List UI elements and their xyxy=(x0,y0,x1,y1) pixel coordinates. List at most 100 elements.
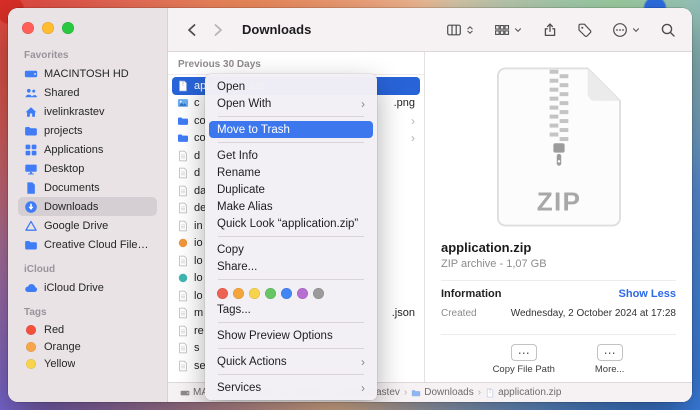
gray-tag-dot[interactable] xyxy=(313,288,324,299)
preview-kind: ZIP archive - 1,07 GB xyxy=(441,258,547,270)
yellow-tag-dot[interactable] xyxy=(249,288,260,299)
share-button[interactable] xyxy=(540,20,560,40)
sidebar-item-shared[interactable]: Shared xyxy=(18,83,157,102)
folder-icon xyxy=(177,115,189,127)
menu-item-tags[interactable]: Tags... xyxy=(209,301,373,318)
app-circle-icon xyxy=(177,272,189,284)
zoom-button[interactable] xyxy=(62,22,74,34)
desktop-icon xyxy=(24,162,38,176)
view-style-button[interactable] xyxy=(444,20,477,40)
window-title: Downloads xyxy=(242,22,312,37)
red-tag-dot[interactable] xyxy=(217,288,228,299)
more-button[interactable]: More... xyxy=(595,344,624,375)
ellipsis-box-icon xyxy=(596,344,623,361)
tag-icon xyxy=(577,22,593,38)
sidebar-item-icloud-drive[interactable]: iCloud Drive xyxy=(18,278,157,297)
menu-item-open[interactable]: Open xyxy=(209,78,373,95)
zip-file-icon xyxy=(485,388,495,398)
sidebar-item-projects[interactable]: projects xyxy=(18,121,157,140)
menu-item-share[interactable]: Share... xyxy=(209,258,373,275)
path-item-downloads[interactable]: Downloads xyxy=(411,387,474,398)
tags-button[interactable] xyxy=(575,20,595,40)
document-file-icon xyxy=(177,342,189,354)
blue-tag-dot[interactable] xyxy=(281,288,292,299)
menu-item-get-info[interactable]: Get Info xyxy=(209,147,373,164)
forward-button[interactable] xyxy=(208,20,228,40)
chevron-right-icon xyxy=(210,22,226,38)
folder-icon xyxy=(411,388,421,398)
chevron-left-icon xyxy=(184,22,200,38)
document-file-icon xyxy=(177,167,189,179)
purple-tag-dot[interactable] xyxy=(297,288,308,299)
chevron-down-icon xyxy=(631,25,641,35)
sidebar-section-favorites: Favorites xyxy=(24,50,69,61)
minimize-button[interactable] xyxy=(42,22,54,34)
cloud-icon xyxy=(24,281,38,295)
menu-item-open-with[interactable]: Open With xyxy=(209,95,373,112)
more-actions-button[interactable] xyxy=(610,20,643,40)
sidebar-item-downloads[interactable]: Downloads xyxy=(18,197,157,216)
orange-tag-dot-icon xyxy=(26,341,36,352)
columns-view-icon xyxy=(446,22,462,38)
sidebar-item-google-drive[interactable]: Google Drive xyxy=(18,216,157,235)
close-button[interactable] xyxy=(22,22,34,34)
applications-grid-icon xyxy=(24,143,38,157)
menu-item-move-to-trash[interactable]: Move to Trash xyxy=(209,121,373,138)
zip-file-icon xyxy=(177,80,189,92)
document-file-icon xyxy=(177,150,189,162)
document-file-icon xyxy=(177,307,189,319)
sidebar-item-creative-cloud[interactable]: Creative Cloud Files P... xyxy=(18,235,157,254)
orange-tag-dot[interactable] xyxy=(233,288,244,299)
path-item-application-zip[interactable]: application.zip xyxy=(485,387,561,398)
preview-actions: Copy File Path More... xyxy=(441,334,676,378)
menu-item-rename[interactable]: Rename xyxy=(209,164,373,181)
menu-separator xyxy=(218,236,364,237)
sidebar-section-tags: Tags xyxy=(24,307,47,318)
menu-item-copy[interactable]: Copy xyxy=(209,241,373,258)
menu-separator xyxy=(218,374,364,375)
context-menu: Open Open With Move to Trash Get Info Re… xyxy=(205,74,377,400)
menu-item-show-preview-options[interactable]: Show Preview Options xyxy=(209,327,373,344)
sidebar-item-tag-orange[interactable]: Orange xyxy=(18,338,157,355)
menu-separator xyxy=(218,322,364,323)
menu-item-quick-look[interactable]: Quick Look “application.zip” xyxy=(209,215,373,232)
menu-item-make-alias[interactable]: Make Alias xyxy=(209,198,373,215)
svg-text:ZIP: ZIP xyxy=(536,187,580,217)
window-controls xyxy=(22,22,157,34)
sidebar-item-tag-yellow[interactable]: Yellow xyxy=(18,355,157,372)
menu-separator xyxy=(218,142,364,143)
menu-item-services[interactable]: Services xyxy=(209,379,373,396)
red-tag-dot-icon xyxy=(26,324,36,335)
shared-people-icon xyxy=(24,86,38,100)
sort-updown-icon xyxy=(465,25,475,35)
created-value: Wednesday, 2 October 2024 at 17:28 xyxy=(510,308,676,319)
toolbar: Downloads xyxy=(168,8,692,52)
toolbar-actions xyxy=(444,20,678,40)
preview-pane: ZIP application.zip ZIP archive - 1,07 G… xyxy=(425,52,692,382)
search-button[interactable] xyxy=(658,20,678,40)
group-by-button[interactable] xyxy=(492,20,525,40)
preview-filename: application.zip xyxy=(441,240,532,255)
document-file-icon xyxy=(177,185,189,197)
menu-item-quick-actions[interactable]: Quick Actions xyxy=(209,353,373,370)
document-file-icon xyxy=(177,290,189,302)
sidebar-item-tag-red[interactable]: Red xyxy=(18,321,157,338)
copy-file-path-button[interactable]: Copy File Path xyxy=(493,344,555,375)
sidebar-item-macintosh-hd[interactable]: MACINTOSH HD xyxy=(18,64,157,83)
green-tag-dot[interactable] xyxy=(265,288,276,299)
downloads-icon xyxy=(24,200,38,214)
sidebar-item-applications[interactable]: Applications xyxy=(18,140,157,159)
back-button[interactable] xyxy=(182,20,202,40)
menu-tag-colors xyxy=(209,284,373,301)
sidebar-item-documents[interactable]: Documents xyxy=(18,178,157,197)
disclosure-chevron-icon xyxy=(411,131,415,145)
image-file-icon xyxy=(177,97,189,109)
document-file-icon xyxy=(177,325,189,337)
show-less-link[interactable]: Show Less xyxy=(619,288,676,300)
search-icon xyxy=(660,22,676,38)
sidebar-item-desktop[interactable]: Desktop xyxy=(18,159,157,178)
sidebar-item-home[interactable]: ivelinkrastev xyxy=(18,102,157,121)
share-icon xyxy=(542,22,558,38)
menu-item-duplicate[interactable]: Duplicate xyxy=(209,181,373,198)
desktop-background: Favorites MACINTOSH HD Shared ivelinkras… xyxy=(0,0,700,410)
